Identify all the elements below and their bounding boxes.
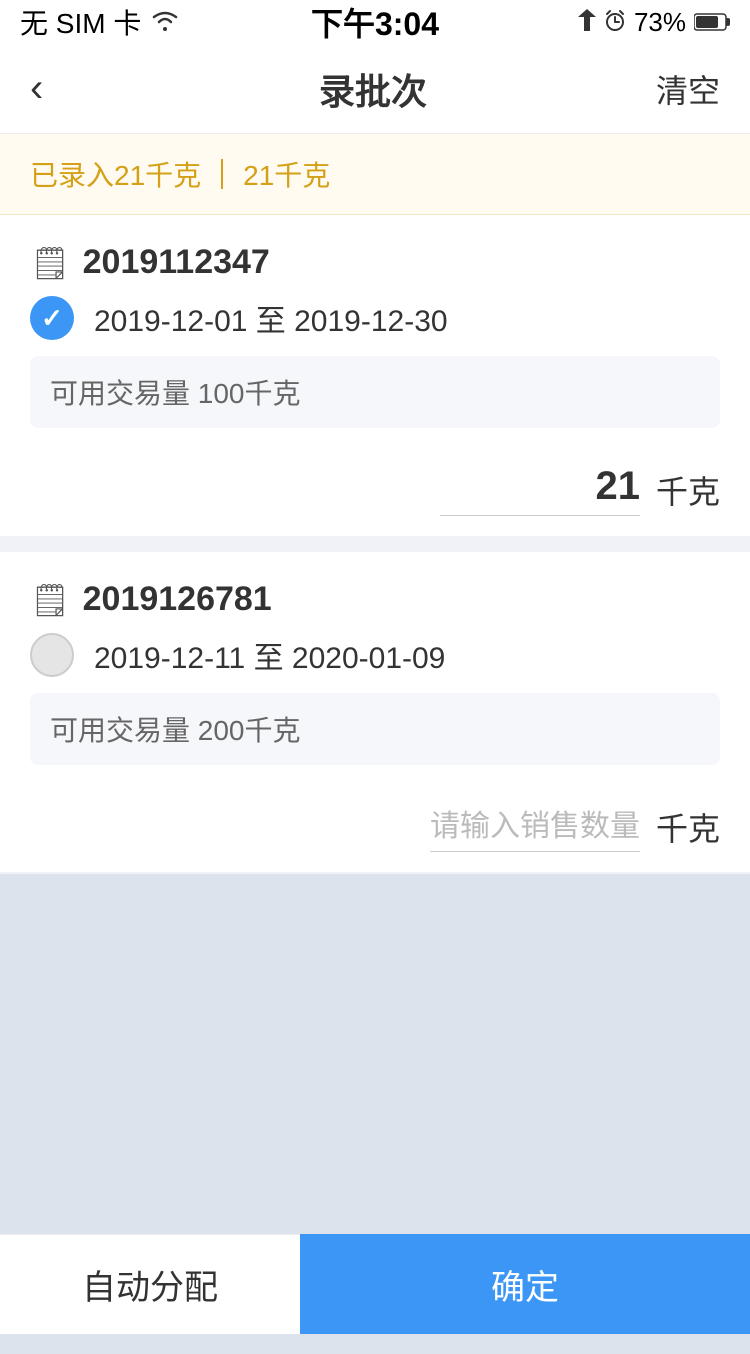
quantity-input-area-2[interactable]: 请输入销售数量 bbox=[430, 801, 640, 852]
total-weight: 21千克 bbox=[243, 154, 330, 194]
info-banner: 已录入21千克 21千克 bbox=[0, 134, 750, 215]
batch-card-2: 🗒 2019126781 2019-12-11 至 2020-01-09 可用交… bbox=[0, 552, 750, 872]
wifi-icon bbox=[151, 6, 179, 38]
bottom-buttons: 自动分配 确定 bbox=[0, 1234, 750, 1334]
quantity-row-2: 请输入销售数量 千克 bbox=[0, 785, 750, 872]
batch-date-1: 2019-12-01 至 2019-12-30 bbox=[94, 296, 448, 340]
quantity-placeholder-2: 请输入销售数量 bbox=[430, 801, 640, 845]
batch-id-2: 2019126781 bbox=[83, 580, 272, 619]
carrier-text: 无 SIM 卡 bbox=[20, 2, 141, 42]
batch-id-1: 2019112347 bbox=[83, 243, 270, 282]
separator-1 bbox=[0, 538, 750, 552]
status-right: 73% bbox=[578, 7, 730, 38]
quantity-row-1: 21 千克 bbox=[0, 448, 750, 536]
batch-doc-icon-2: 🗒 bbox=[30, 581, 71, 619]
quantity-unit-1: 千克 bbox=[656, 467, 720, 513]
radio-selected-1[interactable]: ✓ bbox=[30, 296, 74, 340]
quantity-input-area-1[interactable]: 21 bbox=[440, 464, 640, 516]
status-left: 无 SIM 卡 bbox=[20, 2, 179, 42]
page-title: 录批次 bbox=[319, 63, 427, 115]
status-time: 下午3:04 bbox=[311, 0, 439, 45]
location-icon bbox=[578, 7, 596, 38]
avail-text-2: 可用交易量 200千克 bbox=[50, 715, 301, 746]
battery-text: 73% bbox=[634, 7, 686, 38]
avail-row-2: 可用交易量 200千克 bbox=[30, 693, 720, 765]
batch-date-row-2[interactable]: 2019-12-11 至 2020-01-09 bbox=[0, 629, 750, 693]
batch-header-2: 🗒 2019126781 bbox=[0, 552, 750, 629]
avail-text-1: 可用交易量 100千克 bbox=[50, 378, 301, 409]
avail-row-1: 可用交易量 100千克 bbox=[30, 356, 720, 428]
quantity-unit-2: 千克 bbox=[656, 804, 720, 850]
batch-doc-icon-1: 🗒 bbox=[30, 244, 71, 282]
back-button[interactable]: ‹ bbox=[30, 66, 90, 111]
auto-distribute-button[interactable]: 自动分配 bbox=[0, 1234, 300, 1334]
alarm-icon bbox=[604, 7, 626, 38]
banner-divider bbox=[221, 159, 223, 189]
status-bar: 无 SIM 卡 下午3:04 73% bbox=[0, 0, 750, 44]
radio-unselected-2[interactable] bbox=[30, 633, 74, 677]
batch-card-1: 🗒 2019112347 ✓ 2019-12-01 至 2019-12-30 可… bbox=[0, 215, 750, 536]
check-icon-1: ✓ bbox=[41, 303, 63, 334]
clear-button[interactable]: 清空 bbox=[656, 66, 720, 112]
battery-icon bbox=[694, 7, 730, 38]
quantity-value-1: 21 bbox=[595, 464, 640, 509]
recorded-weight: 已录入21千克 bbox=[30, 154, 201, 194]
nav-bar: ‹ 录批次 清空 bbox=[0, 44, 750, 134]
batch-date-row-1[interactable]: ✓ 2019-12-01 至 2019-12-30 bbox=[0, 292, 750, 356]
batch-header-1: 🗒 2019112347 bbox=[0, 215, 750, 292]
confirm-button[interactable]: 确定 bbox=[300, 1234, 750, 1334]
batch-date-2: 2019-12-11 至 2020-01-09 bbox=[94, 633, 445, 677]
